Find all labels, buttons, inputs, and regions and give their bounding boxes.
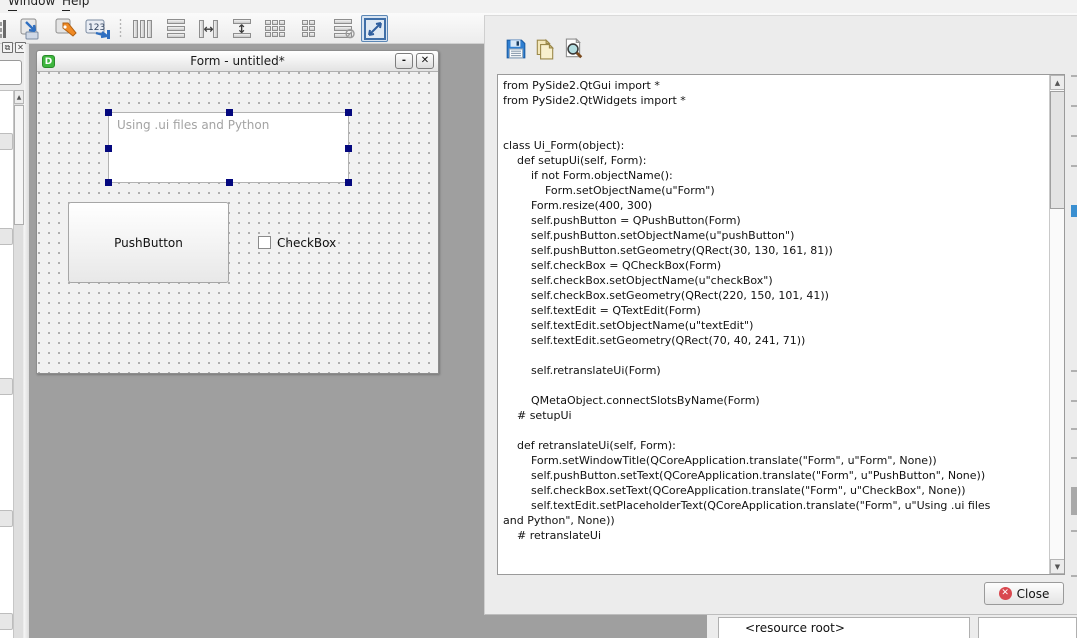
code-preview-dialog: from PySide2.QtGui import *from PySide2.… [484,15,1077,615]
edit-signals-slots-icon[interactable] [17,15,44,42]
pushbutton-label: PushButton [114,236,183,250]
close-button-label: Close [1017,587,1050,601]
menu-help[interactable]: Help [62,0,89,8]
layout-vertically-icon[interactable] [162,15,189,42]
layout-vertical-splitter-icon[interactable]: ↕ [228,15,255,42]
layout-grid-icon[interactable] [261,15,288,42]
scroll-up-icon[interactable]: ▲ [1050,75,1065,90]
selection-handle[interactable] [105,109,112,116]
selection-handle[interactable] [226,179,233,186]
layout-horizontally-icon[interactable] [129,15,156,42]
resource-root-label[interactable]: <resource root> [745,621,845,635]
resource-preview-panel [978,617,1077,638]
adjust-size-icon[interactable] [361,15,388,42]
edge-selection-mark [1071,205,1077,217]
layout-horizontal-splitter-icon[interactable]: ↔ [195,15,222,42]
edge-mark [1071,575,1077,577]
toolbar-separator [119,18,122,38]
form-window-title: Form - untitled* [37,54,438,68]
scroll-down-icon[interactable]: ▼ [1050,559,1065,574]
code-lines: from PySide2.QtGui import *from PySide2.… [503,78,1046,543]
edge-scroll-mark [1071,487,1077,515]
edge-mark [1071,75,1077,77]
minimize-button[interactable]: - [395,53,413,69]
close-dialog-button[interactable]: ✕ Close [984,582,1064,605]
textedit-widget[interactable]: Using .ui files and Python [108,112,349,183]
menu-window-accelerator [8,10,17,11]
edge-mark [1071,165,1077,167]
widget-box-dock: ⧉ ✕ ▲ [0,44,24,638]
scroll-up-icon[interactable]: ▲ [14,90,24,104]
menu-bar: Window Help [0,0,1077,13]
edge-mark [1071,428,1077,430]
form-canvas[interactable]: Using .ui files and Python PushButton Ch… [38,72,438,373]
edge-mark [1071,370,1077,372]
checkbox-widget[interactable]: CheckBox [258,222,359,263]
edge-mark [1071,530,1077,532]
edit-buddies-icon[interactable] [52,15,79,42]
close-button[interactable]: ✕ [416,53,434,69]
form-title-bar[interactable]: D Form - untitled* - ✕ [37,51,438,72]
widget-box-item[interactable] [0,613,13,630]
widget-box-search-input[interactable] [0,60,22,85]
widget-box-scrollbar[interactable]: ▲ [13,90,23,638]
edge-mark [1071,105,1077,107]
widget-box-item[interactable] [0,228,13,245]
checkbox-indicator[interactable] [258,236,271,249]
widget-box-item[interactable] [0,510,13,527]
selection-handle[interactable] [105,179,112,186]
selection-handle[interactable] [226,109,233,116]
break-layout-icon[interactable]: ⊘ [329,15,356,42]
code-text-area[interactable]: from PySide2.QtGui import *from PySide2.… [497,74,1065,575]
selection-handle[interactable] [345,179,352,186]
layout-form-icon[interactable] [295,15,322,42]
widget-box-scroll-thumb[interactable] [14,105,24,225]
widget-box-item[interactable] [0,378,13,395]
selection-handle[interactable] [345,109,352,116]
find-icon[interactable] [562,38,586,62]
edit-widgets-icon[interactable] [0,15,9,42]
edge-mark [1071,135,1077,137]
code-scrollbar[interactable]: ▲ ▼ [1049,75,1064,574]
menu-help-accelerator [62,10,70,11]
selection-handle[interactable] [105,145,112,152]
edit-tab-order-icon[interactable]: 123 [84,15,111,42]
resource-browser-panel: <resource root> [718,617,970,638]
pushbutton-widget[interactable]: PushButton [68,202,229,283]
edge-mark [1071,400,1077,402]
textedit-placeholder: Using .ui files and Python [117,118,269,132]
edge-mark [1071,457,1077,459]
close-x-icon: ✕ [999,587,1012,600]
checkbox-label: CheckBox [277,236,336,250]
copy-icon[interactable] [534,38,558,62]
code-scroll-thumb[interactable] [1050,91,1065,209]
form-editor-window: D Form - untitled* - ✕ Using .ui files a… [36,50,439,374]
selection-handle[interactable] [345,145,352,152]
widget-box-list[interactable] [0,90,13,638]
save-icon[interactable] [505,38,529,62]
menu-window[interactable]: Window [8,0,55,8]
dock-float-icon[interactable]: ⧉ [2,42,13,53]
widget-box-item[interactable] [0,133,13,150]
